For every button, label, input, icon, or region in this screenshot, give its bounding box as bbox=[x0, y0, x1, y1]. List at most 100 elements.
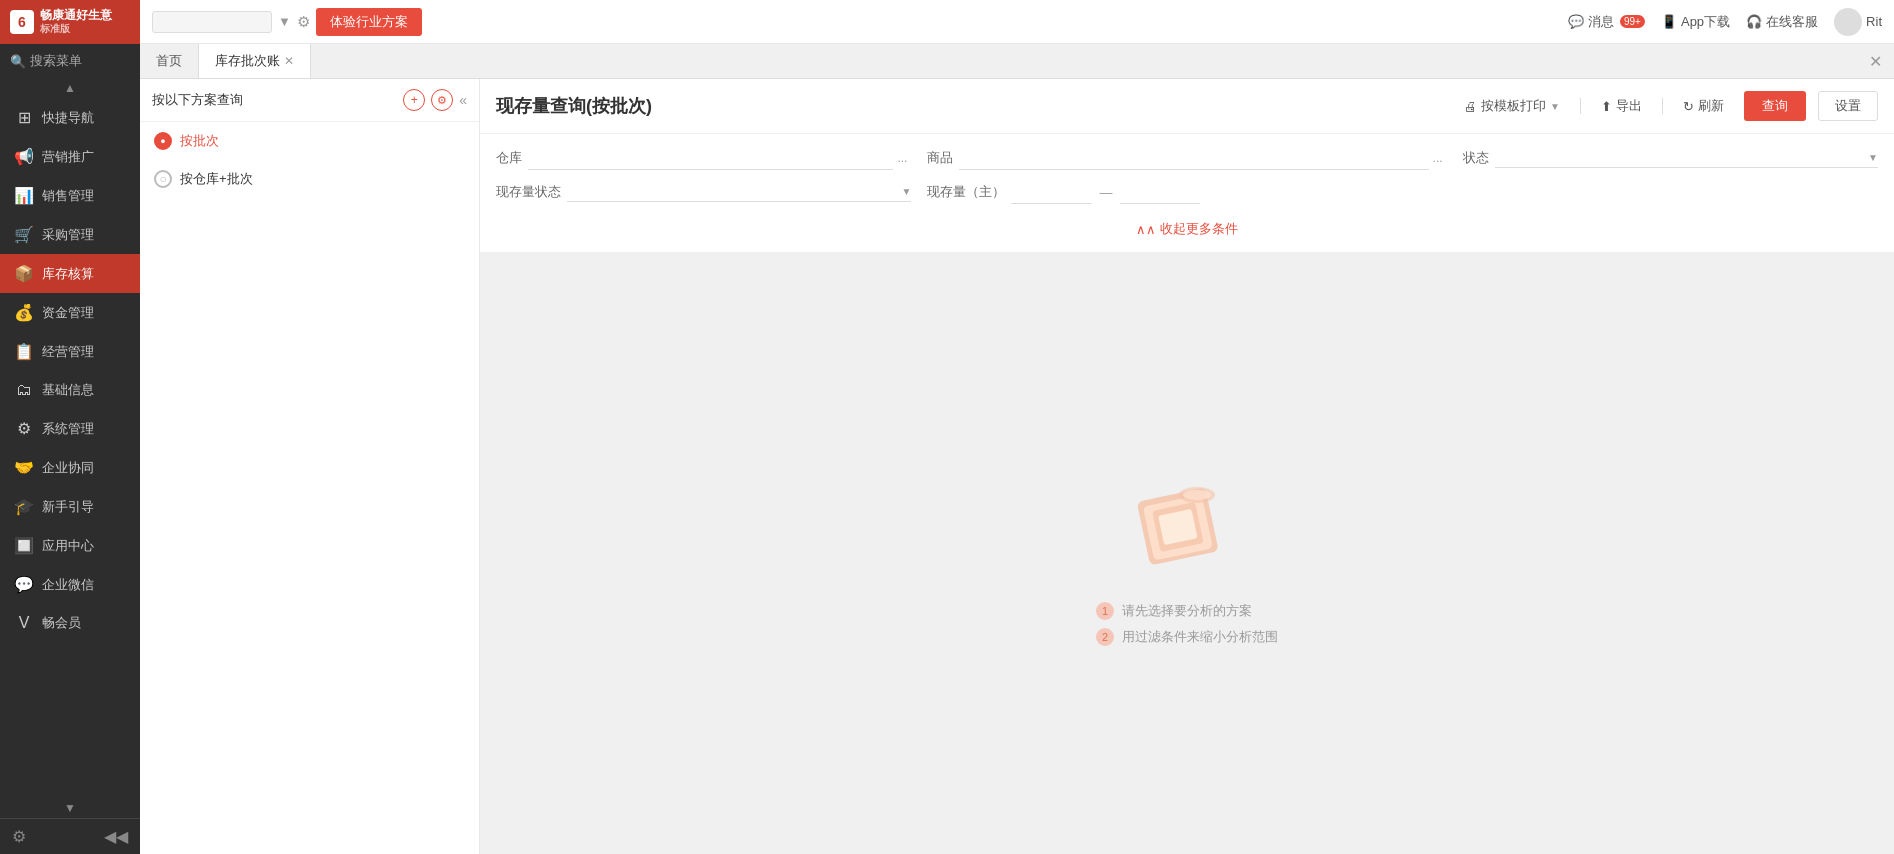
scheme-settings-button[interactable]: ⚙ bbox=[431, 89, 453, 111]
sidebar-item-guide[interactable]: 🎓 新手引导 bbox=[0, 487, 140, 526]
inventory-status-select[interactable]: ▼ bbox=[567, 182, 911, 202]
settings-button[interactable]: 设置 bbox=[1818, 91, 1878, 121]
sidebar-item-label: 采购管理 bbox=[42, 226, 94, 244]
sidebar-item-wechat[interactable]: 💬 企业微信 bbox=[0, 565, 140, 604]
tip-num-1: 1 bbox=[1096, 602, 1114, 620]
sidebar-item-sales[interactable]: 📊 销售管理 bbox=[0, 176, 140, 215]
status-field: 状态 ▼ bbox=[1463, 148, 1878, 168]
print-dropdown-arrow[interactable]: ▼ bbox=[1550, 101, 1560, 112]
marketing-icon: 📢 bbox=[14, 147, 34, 166]
product-label: 商品 bbox=[927, 149, 953, 167]
sidebar-item-label: 销售管理 bbox=[42, 187, 94, 205]
filter-row-2: 现存量状态 ▼ 现存量（主） — bbox=[496, 180, 1878, 204]
tip-text-1: 请先选择要分析的方案 bbox=[1122, 602, 1252, 620]
scheme-item-label: 按批次 bbox=[180, 132, 219, 150]
sidebar-item-label: 应用中心 bbox=[42, 537, 94, 555]
message-badge: 99+ bbox=[1620, 15, 1645, 28]
status-select[interactable]: ▼ bbox=[1495, 148, 1878, 168]
topbar-settings-icon[interactable]: ⚙ bbox=[297, 13, 310, 31]
phone-icon: 📱 bbox=[1661, 14, 1677, 29]
export-button[interactable]: ⬆ 导出 bbox=[1593, 93, 1650, 119]
main-area: ▼ ⚙ 体验行业方案 💬 消息 99+ 📱 App下载 🎧 在线客服 Rit bbox=[140, 0, 1894, 854]
collapse-panel-button[interactable]: « bbox=[459, 92, 467, 108]
sidebar-item-finance[interactable]: 💰 资金管理 bbox=[0, 293, 140, 332]
app-download-group[interactable]: 📱 App下载 bbox=[1661, 13, 1730, 31]
search-icon: 🔍 bbox=[10, 54, 26, 69]
sales-icon: 📊 bbox=[14, 186, 34, 205]
divider-2 bbox=[1662, 98, 1663, 114]
avatar bbox=[1834, 8, 1862, 36]
page-title: 现存量查询(按批次) bbox=[496, 94, 652, 118]
print-icon: 🖨 bbox=[1464, 99, 1477, 114]
warehouse-dots[interactable]: ... bbox=[893, 151, 911, 165]
product-input[interactable] bbox=[959, 146, 1428, 170]
collapse-conditions-button[interactable]: ∧∧ 收起更多条件 bbox=[496, 214, 1878, 240]
scheme-item-batch[interactable]: ● 按批次 bbox=[140, 122, 479, 160]
sidebar-header: 6 畅康通好生意 标准版 bbox=[0, 0, 140, 44]
wechat-icon: 💬 bbox=[14, 575, 34, 594]
sidebar-item-marketing[interactable]: 📢 营销推广 bbox=[0, 137, 140, 176]
inventory-main-dash: — bbox=[1091, 185, 1120, 200]
tab-inventory-batch-label: 库存批次账 bbox=[215, 52, 280, 70]
sidebar-item-system[interactable]: ⚙ 系统管理 bbox=[0, 409, 140, 448]
user-name: Rit bbox=[1866, 14, 1882, 29]
search-label: 搜索菜单 bbox=[30, 52, 82, 70]
app-logo: 6 bbox=[10, 10, 34, 34]
left-panel-icons: + ⚙ « bbox=[403, 89, 467, 111]
inventory-main-from[interactable] bbox=[1011, 180, 1091, 204]
quick-nav-icon: ⊞ bbox=[14, 108, 34, 127]
scheme-item-label-2: 按仓库+批次 bbox=[180, 170, 253, 188]
online-service-group[interactable]: 🎧 在线客服 bbox=[1746, 13, 1818, 31]
topbar-search-input[interactable] bbox=[152, 11, 272, 33]
product-dots[interactable]: ... bbox=[1429, 151, 1447, 165]
collapse-label: 收起更多条件 bbox=[1160, 220, 1238, 238]
inventory-main-label: 现存量（主） bbox=[927, 183, 1005, 201]
print-template-button[interactable]: 🖨 按模板打印 ▼ bbox=[1456, 93, 1568, 119]
sidebar-item-label: 畅会员 bbox=[42, 614, 81, 632]
gear-icon: ⚙ bbox=[437, 94, 447, 107]
sidebar-item-vip[interactable]: V 畅会员 bbox=[0, 604, 140, 642]
sidebar-item-inventory[interactable]: 📦 库存核算 bbox=[0, 254, 140, 293]
topbar-left: ▼ ⚙ 体验行业方案 bbox=[152, 8, 1560, 36]
sidebar-item-apps[interactable]: 🔲 应用中心 bbox=[0, 526, 140, 565]
sidebar: 6 畅康通好生意 标准版 🔍 搜索菜单 ▲ ⊞ 快捷导航 📢 营销推广 📊 销售… bbox=[0, 0, 140, 854]
query-button[interactable]: 查询 bbox=[1744, 91, 1806, 121]
content-area: 按以下方案查询 + ⚙ « ● 按批次 ○ 按仓库+批次 bbox=[140, 79, 1894, 854]
export-label: 导出 bbox=[1616, 97, 1642, 115]
tab-close-icon[interactable]: ✕ bbox=[284, 54, 294, 68]
tabs-bar: 首页 库存批次账 ✕ ✕ bbox=[140, 44, 1894, 79]
left-panel-title: 按以下方案查询 bbox=[152, 91, 243, 109]
topbar-dropdown-arrow[interactable]: ▼ bbox=[278, 14, 291, 29]
collapse-sidebar-icon[interactable]: ◀◀ bbox=[104, 827, 128, 846]
sidebar-item-operations[interactable]: 📋 经营管理 bbox=[0, 332, 140, 371]
user-group[interactable]: Rit bbox=[1834, 8, 1882, 36]
sidebar-search[interactable]: 🔍 搜索菜单 bbox=[0, 44, 140, 78]
settings-icon[interactable]: ⚙ bbox=[12, 827, 26, 846]
online-service-label: 在线客服 bbox=[1766, 13, 1818, 31]
service-icon: 🎧 bbox=[1746, 14, 1762, 29]
tab-home[interactable]: 首页 bbox=[140, 44, 199, 78]
tab-inventory-batch[interactable]: 库存批次账 ✕ bbox=[199, 44, 311, 78]
message-group[interactable]: 💬 消息 99+ bbox=[1568, 13, 1645, 31]
sidebar-item-purchase[interactable]: 🛒 采购管理 bbox=[0, 215, 140, 254]
topbar-right: 💬 消息 99+ 📱 App下载 🎧 在线客服 Rit bbox=[1568, 8, 1882, 36]
finance-icon: 💰 bbox=[14, 303, 34, 322]
scroll-up-arrow[interactable]: ▲ bbox=[0, 78, 140, 98]
inventory-status-arrow: ▼ bbox=[901, 186, 911, 197]
sidebar-item-quick-nav[interactable]: ⊞ 快捷导航 bbox=[0, 98, 140, 137]
experience-button[interactable]: 体验行业方案 bbox=[316, 8, 422, 36]
sidebar-item-basic[interactable]: 🗂 基础信息 bbox=[0, 371, 140, 409]
sidebar-item-enterprise[interactable]: 🤝 企业协同 bbox=[0, 448, 140, 487]
system-icon: ⚙ bbox=[14, 419, 34, 438]
sidebar-nav: ⊞ 快捷导航 📢 营销推广 📊 销售管理 🛒 采购管理 📦 库存核算 💰 资金管… bbox=[0, 98, 140, 798]
page-actions: 🖨 按模板打印 ▼ ⬆ 导出 ↻ 刷新 查询 设置 bbox=[1456, 91, 1878, 121]
add-scheme-button[interactable]: + bbox=[403, 89, 425, 111]
warehouse-input[interactable] bbox=[528, 146, 893, 170]
inventory-main-field: 现存量（主） — bbox=[927, 180, 1446, 204]
tab-home-label: 首页 bbox=[156, 52, 182, 70]
inventory-main-to[interactable] bbox=[1120, 180, 1200, 204]
refresh-button[interactable]: ↻ 刷新 bbox=[1675, 93, 1732, 119]
page-close-button[interactable]: ✕ bbox=[1857, 52, 1894, 71]
scheme-item-warehouse-batch[interactable]: ○ 按仓库+批次 bbox=[140, 160, 479, 198]
scroll-down-arrow[interactable]: ▼ bbox=[0, 798, 140, 818]
